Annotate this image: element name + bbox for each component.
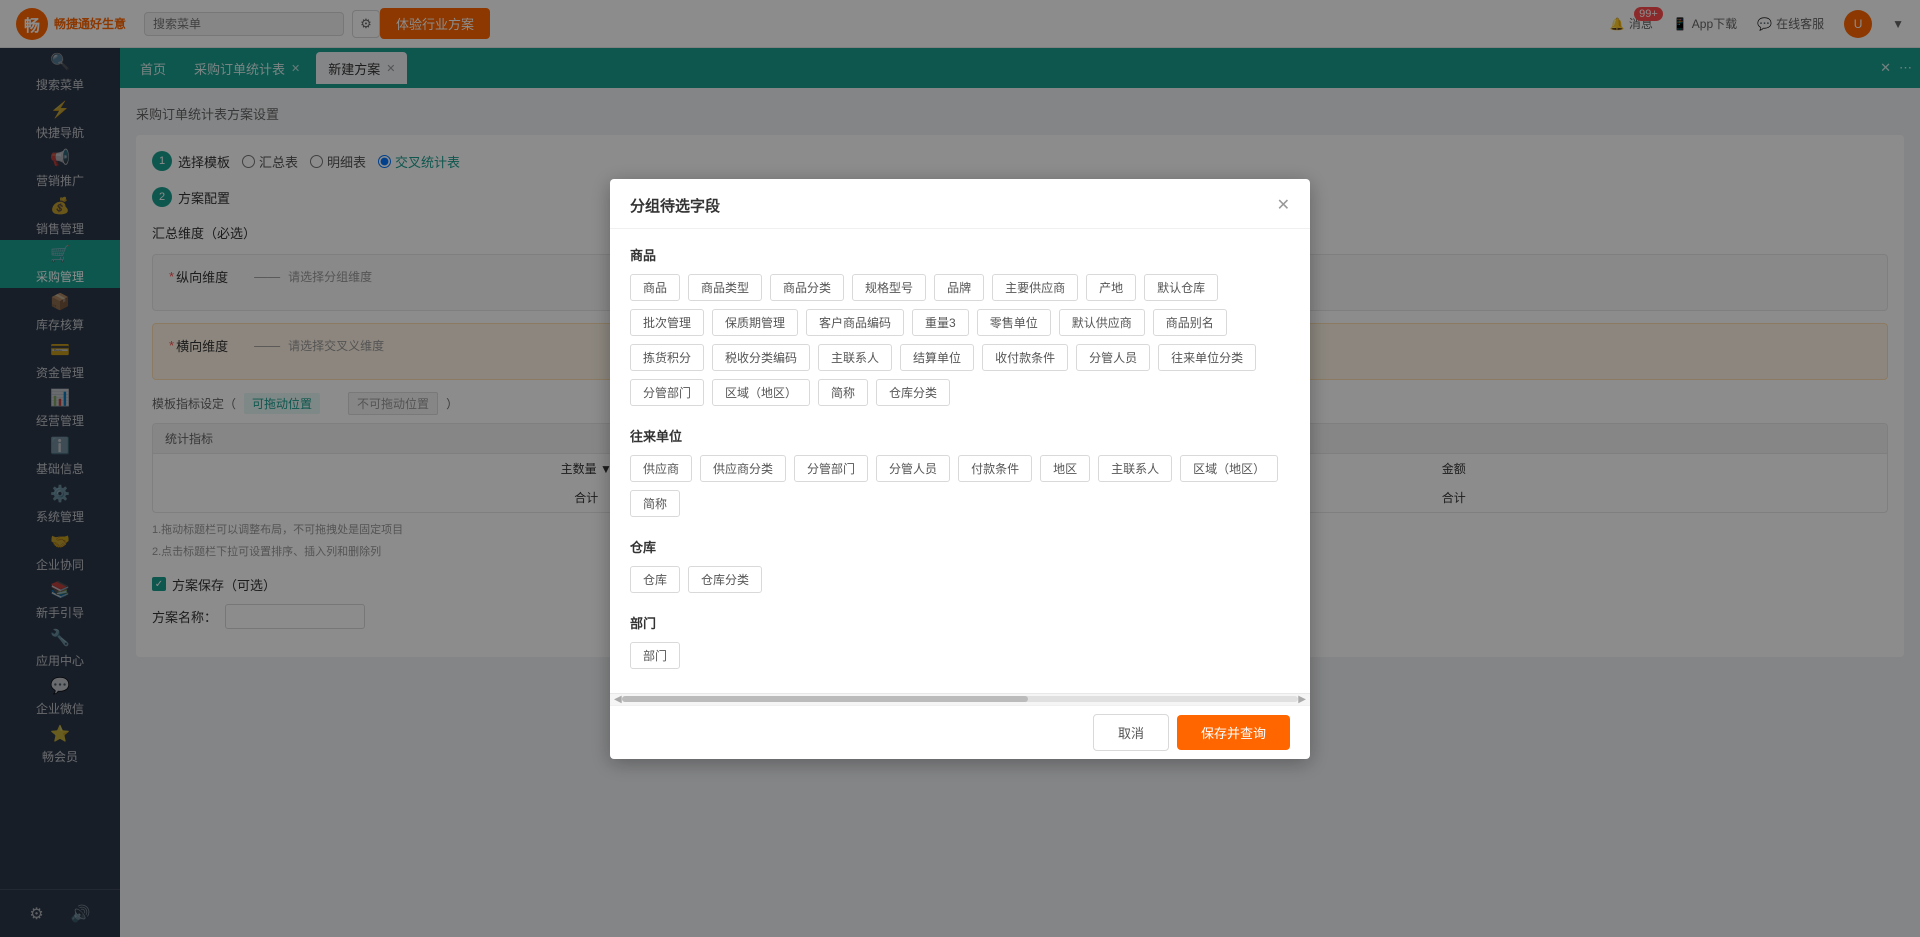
field-tag-department[interactable]: 部门 bbox=[630, 642, 680, 669]
field-tag-expiry-mgmt[interactable]: 保质期管理 bbox=[712, 309, 798, 336]
dialog-header: 分组待选字段 ✕ bbox=[610, 179, 1310, 229]
modal-overlay: 分组待选字段 ✕ 商品 商品 商品类型 商品分类 规格型号 品牌 主要供应商 产… bbox=[0, 0, 1920, 937]
field-tag-settlement-unit[interactable]: 结算单位 bbox=[900, 344, 974, 371]
field-tag-warehouse-category[interactable]: 仓库分类 bbox=[688, 566, 762, 593]
field-tag-tax-category[interactable]: 税收分类编码 bbox=[712, 344, 810, 371]
field-group-dept: 部门 部门 bbox=[630, 613, 1290, 669]
field-tag-product[interactable]: 商品 bbox=[630, 274, 680, 301]
field-tag-region-counterpart[interactable]: 区域（地区） bbox=[1180, 455, 1278, 482]
field-tag-counterpart-category[interactable]: 往来单位分类 bbox=[1158, 344, 1256, 371]
field-tag-product-type[interactable]: 商品类型 bbox=[688, 274, 762, 301]
product-group-title: 商品 bbox=[630, 245, 1290, 264]
hscroll-track bbox=[622, 696, 1299, 702]
counterpart-field-tags: 供应商 供应商分类 分管部门 分管人员 付款条件 地区 主联系人 区域（地区） … bbox=[630, 455, 1290, 517]
field-tag-dept-counterpart[interactable]: 分管部门 bbox=[794, 455, 868, 482]
field-tag-pick-points[interactable]: 拣货积分 bbox=[630, 344, 704, 371]
dialog-body: 商品 商品 商品类型 商品分类 规格型号 品牌 主要供应商 产地 默认仓库 批次… bbox=[610, 229, 1310, 693]
hscroll-thumb[interactable] bbox=[622, 696, 1028, 702]
field-tag-payment-cond[interactable]: 付款条件 bbox=[958, 455, 1032, 482]
field-group-product: 商品 商品 商品类型 商品分类 规格型号 品牌 主要供应商 产地 默认仓库 批次… bbox=[630, 245, 1290, 406]
field-tag-area[interactable]: 地区 bbox=[1040, 455, 1090, 482]
field-tag-product-category[interactable]: 商品分类 bbox=[770, 274, 844, 301]
field-tag-abbr-counterpart[interactable]: 简称 bbox=[630, 490, 680, 517]
field-tag-origin[interactable]: 产地 bbox=[1086, 274, 1136, 301]
field-tag-abbr-product[interactable]: 简称 bbox=[818, 379, 868, 406]
field-tag-brand[interactable]: 品牌 bbox=[934, 274, 984, 301]
dialog-title: 分组待选字段 bbox=[630, 195, 720, 216]
field-tag-customer-code[interactable]: 客户商品编码 bbox=[806, 309, 904, 336]
field-tag-warehouse[interactable]: 仓库 bbox=[630, 566, 680, 593]
dialog-footer: 取消 保存并查询 bbox=[610, 705, 1310, 759]
field-tag-spec-model[interactable]: 规格型号 bbox=[852, 274, 926, 301]
dialog-horizontal-scrollbar[interactable]: ◀ ▶ bbox=[610, 693, 1310, 705]
field-tag-warehouse-cat[interactable]: 仓库分类 bbox=[876, 379, 950, 406]
field-tag-supervisor[interactable]: 分管人员 bbox=[1076, 344, 1150, 371]
field-tag-supplier[interactable]: 供应商 bbox=[630, 455, 692, 482]
product-field-tags: 商品 商品类型 商品分类 规格型号 品牌 主要供应商 产地 默认仓库 批次管理 … bbox=[630, 274, 1290, 406]
dept-field-tags: 部门 bbox=[630, 642, 1290, 669]
dialog-save-btn[interactable]: 保存并查询 bbox=[1177, 715, 1290, 750]
dialog-close-icon[interactable]: ✕ bbox=[1277, 195, 1290, 215]
field-tag-payment-terms[interactable]: 收付款条件 bbox=[982, 344, 1068, 371]
hscroll-left-arrow[interactable]: ◀ bbox=[614, 694, 622, 705]
field-tag-weight3[interactable]: 重量3 bbox=[912, 309, 969, 336]
field-tag-main-supplier[interactable]: 主要供应商 bbox=[992, 274, 1078, 301]
field-group-counterpart: 往来单位 供应商 供应商分类 分管部门 分管人员 付款条件 地区 主联系人 区域… bbox=[630, 426, 1290, 517]
field-tag-dept[interactable]: 分管部门 bbox=[630, 379, 704, 406]
field-tag-default-warehouse[interactable]: 默认仓库 bbox=[1144, 274, 1218, 301]
field-tag-main-contact[interactable]: 主联系人 bbox=[818, 344, 892, 371]
field-tag-default-supplier[interactable]: 默认供应商 bbox=[1059, 309, 1145, 336]
dept-group-title: 部门 bbox=[630, 613, 1290, 632]
field-tag-retail-unit[interactable]: 零售单位 bbox=[977, 309, 1051, 336]
warehouse-group-title: 仓库 bbox=[630, 537, 1290, 556]
counterpart-group-title: 往来单位 bbox=[630, 426, 1290, 445]
field-selector-dialog: 分组待选字段 ✕ 商品 商品 商品类型 商品分类 规格型号 品牌 主要供应商 产… bbox=[610, 179, 1310, 759]
field-tag-main-contact-counterpart[interactable]: 主联系人 bbox=[1098, 455, 1172, 482]
field-group-warehouse: 仓库 仓库 仓库分类 bbox=[630, 537, 1290, 593]
hscroll-right-arrow[interactable]: ▶ bbox=[1298, 694, 1306, 705]
field-tag-product-alias[interactable]: 商品别名 bbox=[1153, 309, 1227, 336]
field-tag-supervisor-counterpart[interactable]: 分管人员 bbox=[876, 455, 950, 482]
dialog-cancel-btn[interactable]: 取消 bbox=[1093, 714, 1169, 751]
field-tag-region-product[interactable]: 区域（地区） bbox=[712, 379, 810, 406]
field-tag-batch-mgmt[interactable]: 批次管理 bbox=[630, 309, 704, 336]
warehouse-field-tags: 仓库 仓库分类 bbox=[630, 566, 1290, 593]
field-tag-supplier-category[interactable]: 供应商分类 bbox=[700, 455, 786, 482]
